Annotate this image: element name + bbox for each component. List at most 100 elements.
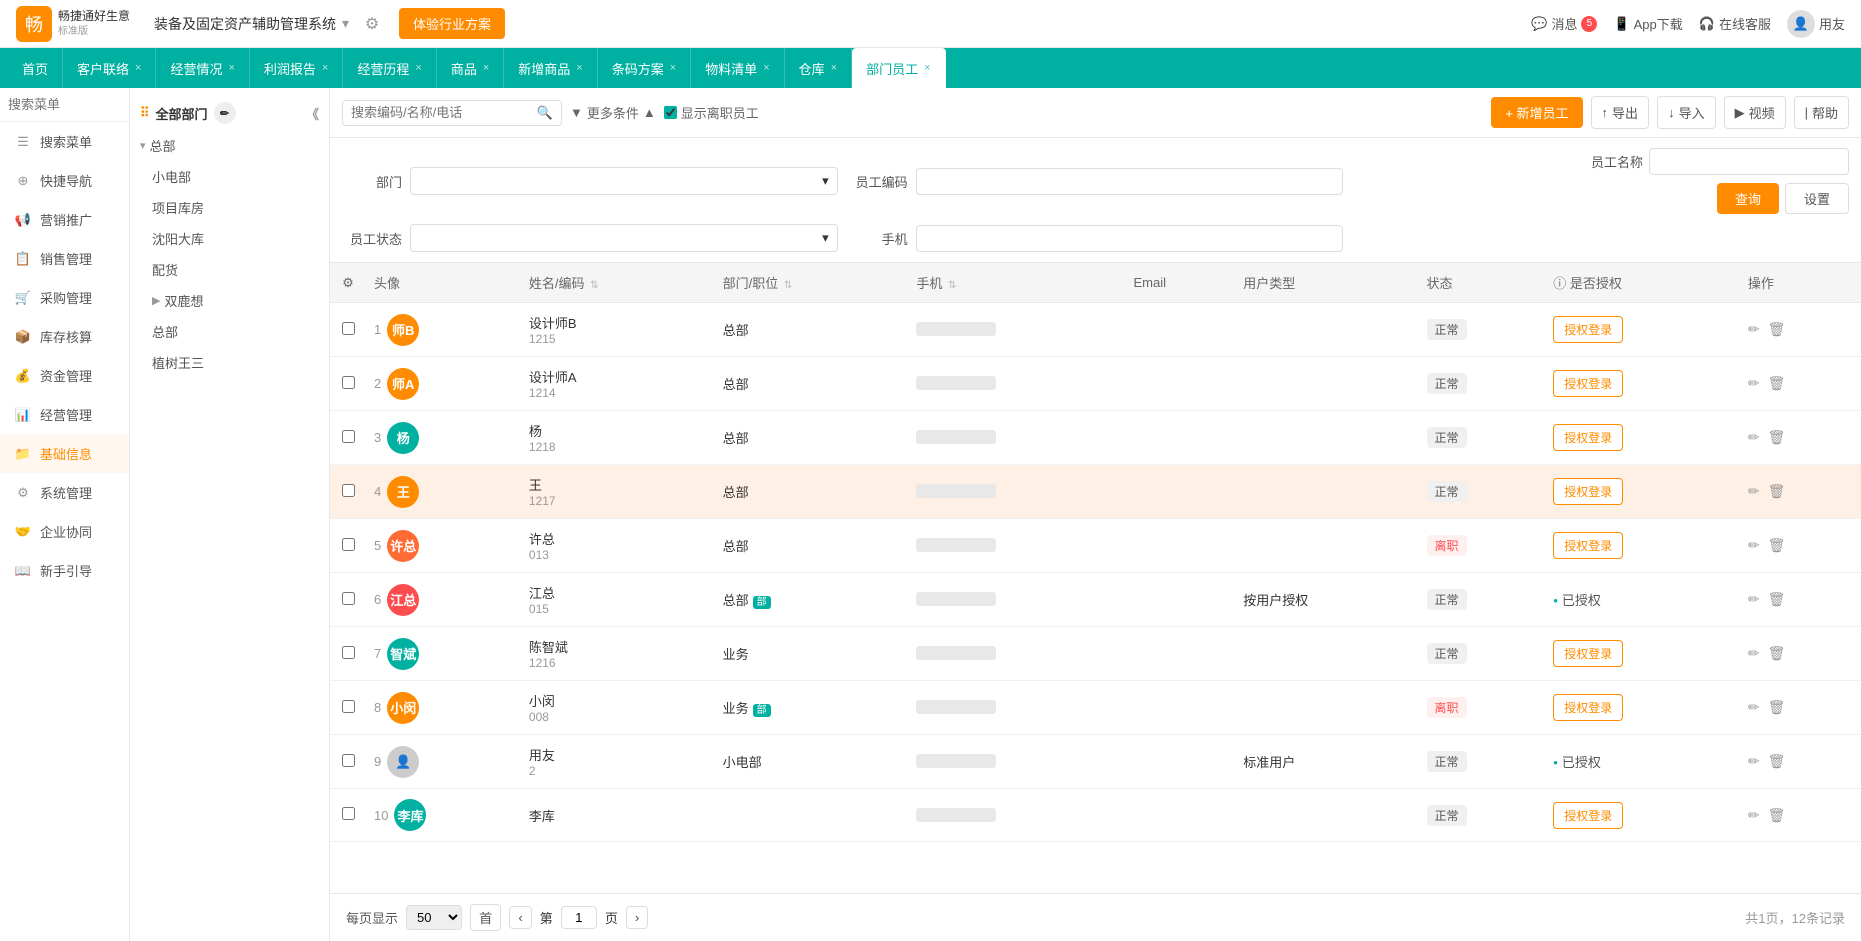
show-resigned-checkbox[interactable] [664, 106, 677, 119]
tab-部门员工[interactable]: 部门员工× [852, 48, 945, 88]
dept-edit-button[interactable]: ✏ [214, 102, 236, 124]
tab-新增商品[interactable]: 新增商品× [504, 48, 597, 88]
delete-icon[interactable]: 🗑 [1768, 699, 1786, 716]
prev-page-button[interactable]: ‹ [509, 906, 531, 929]
dept-tree-item-配货[interactable]: 配货 [130, 254, 329, 285]
authorize-button[interactable]: 授权登录 [1553, 316, 1623, 343]
tab-利润报告[interactable]: 利润报告× [250, 48, 343, 88]
tab-close-icon[interactable]: × [576, 62, 582, 74]
tab-条码方案[interactable]: 条码方案× [598, 48, 691, 88]
edit-icon[interactable]: ✏ [1748, 645, 1760, 662]
dept-tree-item-小电部[interactable]: 小电部 [130, 161, 329, 192]
sidebar-item-基础信息[interactable]: 📁基础信息 [0, 434, 129, 473]
video-button[interactable]: ▶ 视频 [1724, 96, 1786, 129]
edit-icon[interactable]: ✏ [1748, 321, 1760, 338]
delete-icon[interactable]: 🗑 [1768, 645, 1786, 662]
authorize-button[interactable]: 授权登录 [1553, 802, 1623, 829]
sidebar-item-企业协同[interactable]: 🤝企业协同 [0, 512, 129, 551]
sidebar-item-快捷导航[interactable]: ⊕快捷导航 [0, 161, 129, 200]
row-checkbox[interactable] [342, 700, 355, 713]
delete-icon[interactable]: 🗑 [1768, 375, 1786, 392]
per-page-select[interactable]: 50 100 200 [406, 905, 462, 930]
dept-tree-item-项目库房[interactable]: 项目库房 [130, 192, 329, 223]
delete-icon[interactable]: 🗑 [1768, 321, 1786, 338]
app-download-item[interactable]: 📱 App下载 [1613, 14, 1682, 33]
emp-status-select[interactable]: ▾ [410, 224, 838, 252]
sort-phone-icon[interactable]: ⇅ [948, 280, 956, 291]
sidebar-item-新手引导[interactable]: 📖新手引导 [0, 551, 129, 590]
emp-name-input[interactable] [1649, 148, 1849, 175]
edit-icon[interactable]: ✏ [1748, 699, 1760, 716]
row-checkbox[interactable] [342, 484, 355, 497]
emp-code-input[interactable] [916, 168, 1344, 195]
tab-close-icon[interactable]: × [415, 62, 421, 74]
authorize-button[interactable]: 授权登录 [1553, 532, 1623, 559]
more-conditions-toggle[interactable]: ▼ 更多条件 ▲ [570, 103, 656, 122]
row-checkbox[interactable] [342, 592, 355, 605]
tab-客户联络[interactable]: 客户联络× [63, 48, 156, 88]
row-checkbox[interactable] [342, 430, 355, 443]
authorize-button[interactable]: 授权登录 [1553, 640, 1623, 667]
row-checkbox[interactable] [342, 376, 355, 389]
tab-close-icon[interactable]: × [670, 62, 676, 74]
row-checkbox[interactable] [342, 754, 355, 767]
dept-tree-item-双鹿想[interactable]: ▶双鹿想 [130, 285, 329, 316]
row-checkbox[interactable] [342, 646, 355, 659]
row-checkbox[interactable] [342, 322, 355, 335]
import-button[interactable]: ↓ 导入 [1657, 96, 1716, 129]
tab-经营情况[interactable]: 经营情况× [156, 48, 249, 88]
sidebar-item-搜索菜单[interactable]: ☰搜索菜单 [0, 122, 129, 161]
tab-close-icon[interactable]: × [228, 62, 234, 74]
sidebar-item-销售管理[interactable]: 📋销售管理 [0, 239, 129, 278]
next-page-button[interactable]: › [626, 906, 648, 929]
delete-icon[interactable]: 🗑 [1768, 591, 1786, 608]
dropdown-arrow-icon[interactable]: ▾ [342, 15, 349, 32]
row-checkbox[interactable] [342, 538, 355, 551]
tab-首页[interactable]: 首页 [8, 48, 63, 88]
tab-仓库[interactable]: 仓库× [785, 48, 852, 88]
tab-close-icon[interactable]: × [924, 62, 930, 74]
tab-close-icon[interactable]: × [322, 62, 328, 74]
edit-icon[interactable]: ✏ [1748, 483, 1760, 500]
sidebar-item-库存核算[interactable]: 📦库存核算 [0, 317, 129, 356]
edit-icon[interactable]: ✏ [1748, 591, 1760, 608]
dept-tree-item-总部[interactable]: ▾总部 [130, 130, 329, 161]
add-employee-button[interactable]: + 新增员工 [1491, 97, 1582, 128]
delete-icon[interactable]: 🗑 [1768, 807, 1786, 824]
sidebar-item-采购管理[interactable]: 🛒采购管理 [0, 278, 129, 317]
authorize-button[interactable]: 授权登录 [1553, 370, 1623, 397]
dept-tree-item-沈阳大库[interactable]: 沈阳大库 [130, 223, 329, 254]
tab-经营历程[interactable]: 经营历程× [343, 48, 436, 88]
dept-tree-item-总部[interactable]: 总部 [130, 316, 329, 347]
dept-tree-item-植树王三[interactable]: 植树王三 [130, 347, 329, 378]
query-button[interactable]: 查询 [1717, 183, 1779, 214]
sort-dept-icon[interactable]: ⇅ [784, 280, 792, 291]
tab-物料清单[interactable]: 物料清单× [691, 48, 784, 88]
delete-icon[interactable]: 🗑 [1768, 483, 1786, 500]
dept-collapse-button[interactable]: 《 [306, 104, 319, 123]
phone-input[interactable] [916, 225, 1344, 252]
edit-icon[interactable]: ✏ [1748, 807, 1760, 824]
message-item[interactable]: 💬 消息 5 [1531, 14, 1597, 33]
delete-icon[interactable]: 🗑 [1768, 537, 1786, 554]
authorize-button[interactable]: 授权登录 [1553, 694, 1623, 721]
set-button[interactable]: 设置 [1785, 183, 1849, 214]
edit-icon[interactable]: ✏ [1748, 375, 1760, 392]
sidebar-search-input[interactable] [8, 97, 130, 112]
tab-close-icon[interactable]: × [483, 62, 489, 74]
settings-icon[interactable]: ⚙ [357, 9, 387, 39]
edit-icon[interactable]: ✏ [1748, 429, 1760, 446]
first-page-button[interactable]: 首 [470, 904, 501, 931]
export-button[interactable]: ↑ 导出 [1591, 96, 1650, 129]
user-item[interactable]: 👤 用友 [1787, 10, 1845, 38]
authorize-button[interactable]: 授权登录 [1553, 424, 1623, 451]
sidebar-item-系统管理[interactable]: ⚙系统管理 [0, 473, 129, 512]
tab-close-icon[interactable]: × [763, 62, 769, 74]
edit-icon[interactable]: ✏ [1748, 753, 1760, 770]
sidebar-item-经营管理[interactable]: 📊经营管理 [0, 395, 129, 434]
sort-name-icon[interactable]: ⇅ [590, 280, 598, 291]
sidebar-item-营销推广[interactable]: 📢营销推广 [0, 200, 129, 239]
delete-icon[interactable]: 🗑 [1768, 753, 1786, 770]
dept-filter-select[interactable]: ▾ [410, 167, 838, 195]
edit-icon[interactable]: ✏ [1748, 537, 1760, 554]
